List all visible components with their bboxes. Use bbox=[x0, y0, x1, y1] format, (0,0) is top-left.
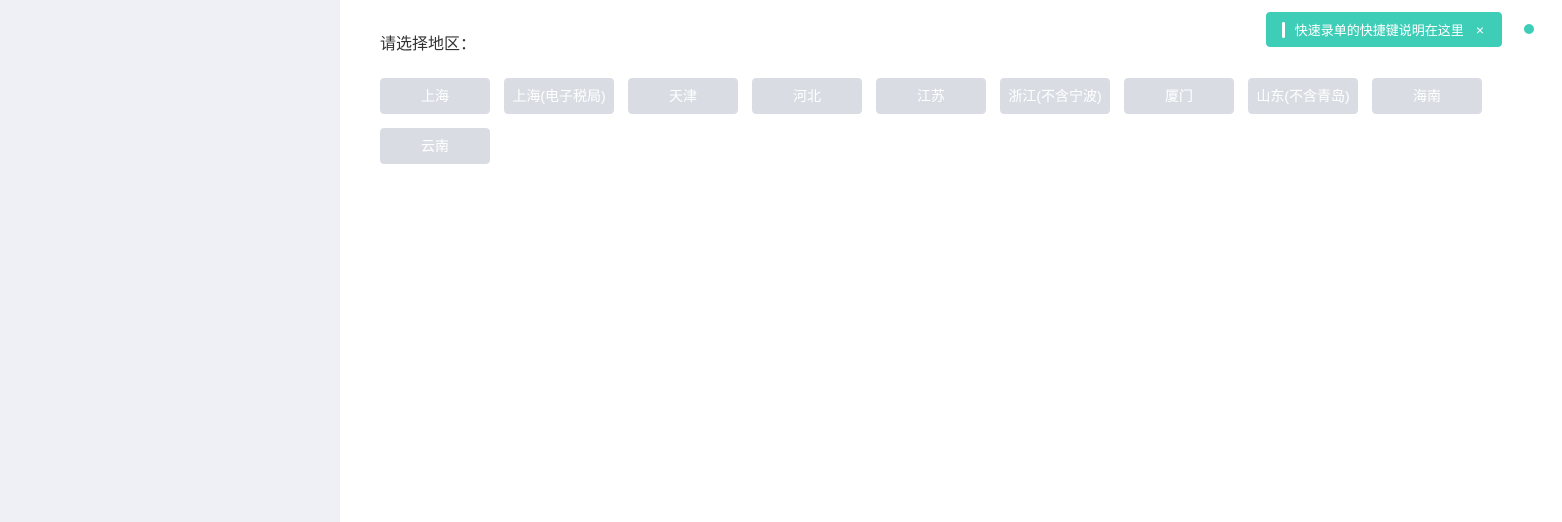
region-button-tianjin[interactable]: 天津 bbox=[628, 78, 738, 114]
region-button-hebei[interactable]: 河北 bbox=[752, 78, 862, 114]
tooltip-bar bbox=[1282, 22, 1285, 38]
region-button-shanghai-etax[interactable]: 上海(电子税局) bbox=[504, 78, 614, 114]
region-button-yunnan[interactable]: 云南 bbox=[380, 128, 490, 164]
tooltip-banner: 快速录单的快捷键说明在这里 × bbox=[1266, 12, 1502, 47]
region-button-shandong[interactable]: 山东(不含青岛) bbox=[1248, 78, 1358, 114]
region-button-shanghai[interactable]: 上海 bbox=[380, 78, 490, 114]
region-button-jiangsu[interactable]: 江苏 bbox=[876, 78, 986, 114]
left-panel bbox=[0, 0, 340, 522]
region-button-hainan[interactable]: 海南 bbox=[1372, 78, 1482, 114]
region-buttons-container: 上海上海(电子税局) 天津河北江苏浙江(不含宁波) 厦门山东(不含青岛) 海南云南 bbox=[380, 78, 1522, 164]
tooltip-label: 快速录单的快捷键说明在这里 bbox=[1295, 20, 1464, 39]
tooltip-dot bbox=[1524, 24, 1534, 34]
main-content: 请选择地区： 上海上海(电子税局)天津河北江苏浙江(不含宁波)厦门山东(不含青岛… bbox=[340, 0, 1562, 522]
tooltip-close-button[interactable]: × bbox=[1474, 22, 1486, 38]
region-button-zhejiang[interactable]: 浙江(不含宁波) bbox=[1000, 78, 1110, 114]
region-button-xiamen[interactable]: 厦门 bbox=[1124, 78, 1234, 114]
